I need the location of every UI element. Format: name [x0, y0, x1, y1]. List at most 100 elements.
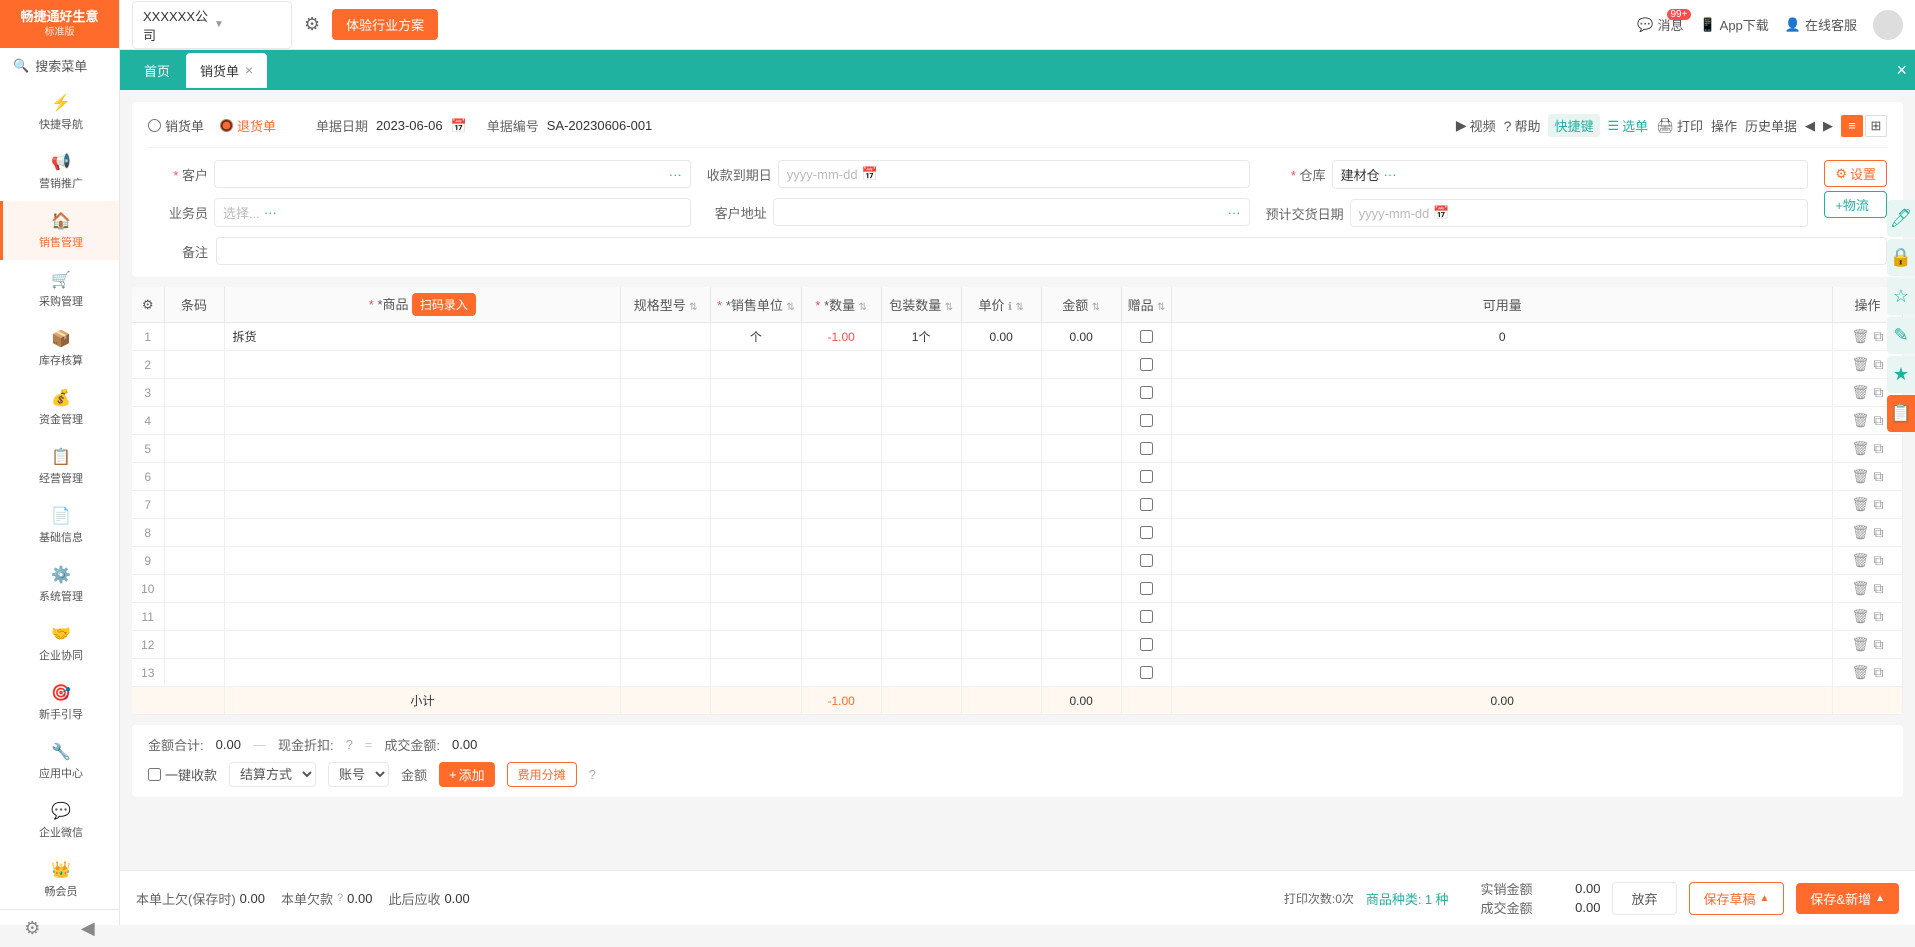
row-product[interactable]	[224, 519, 621, 547]
row-barcode[interactable]	[164, 323, 224, 351]
action-operate[interactable]: 操作	[1711, 116, 1737, 135]
row-gift[interactable]	[1121, 491, 1172, 519]
row-gift[interactable]	[1121, 407, 1172, 435]
customer-input[interactable]: ···	[214, 160, 691, 188]
account-select[interactable]: 账号	[328, 762, 389, 787]
customer-addr-picker-icon[interactable]: ···	[1228, 205, 1241, 220]
row-pack-qty[interactable]	[881, 603, 961, 631]
row-product[interactable]	[224, 547, 621, 575]
row-unit[interactable]	[711, 491, 801, 519]
row-unit[interactable]	[711, 659, 801, 687]
copy-row-btn[interactable]: ⧉	[1873, 384, 1883, 401]
row-pack-qty[interactable]	[881, 659, 961, 687]
payment-due-input[interactable]: yyyy-mm-dd 📅	[778, 160, 1250, 188]
row-qty[interactable]	[801, 659, 881, 687]
tab-home[interactable]: 首页	[128, 53, 186, 88]
remark-input[interactable]	[216, 237, 1887, 265]
price-info-icon[interactable]: ℹ	[1008, 301, 1012, 313]
row-qty[interactable]	[801, 631, 881, 659]
row-product[interactable]	[224, 463, 621, 491]
gift-checkbox[interactable]	[1140, 358, 1153, 371]
trial-button[interactable]: 体验行业方案	[332, 9, 438, 40]
rfloat-btn-2[interactable]: 🔒	[1887, 239, 1915, 276]
row-barcode[interactable]	[164, 435, 224, 463]
row-amount[interactable]	[1041, 519, 1121, 547]
gift-checkbox[interactable]	[1140, 498, 1153, 511]
gift-checkbox[interactable]	[1140, 526, 1153, 539]
row-spec[interactable]	[621, 575, 711, 603]
row-unit[interactable]	[711, 575, 801, 603]
row-product[interactable]	[224, 659, 621, 687]
row-amount[interactable]	[1041, 435, 1121, 463]
action-help[interactable]: ? 帮助	[1504, 116, 1541, 135]
radio-sale[interactable]: 销货单	[148, 116, 204, 135]
message-btn[interactable]: 💬 消息 99+	[1637, 15, 1683, 34]
row-price[interactable]	[961, 575, 1041, 603]
copy-row-btn[interactable]: ⧉	[1873, 440, 1883, 457]
delete-row-btn[interactable]: 🗑	[1852, 440, 1870, 457]
delete-row-btn[interactable]: 🗑	[1852, 468, 1870, 485]
warehouse-picker-icon[interactable]: ···	[1384, 167, 1397, 182]
scan-btn[interactable]: 扫码录入	[412, 293, 476, 316]
sidebar-item-vip[interactable]: 👑 畅会员	[0, 850, 119, 909]
gift-sort-icon[interactable]: ⇅	[1157, 302, 1165, 313]
tab-sale-order[interactable]: 销货单 ×	[186, 53, 267, 88]
row-product[interactable]	[224, 351, 621, 379]
row-pack-qty[interactable]	[881, 547, 961, 575]
row-pack-qty[interactable]	[881, 491, 961, 519]
row-barcode[interactable]	[164, 351, 224, 379]
row-gift[interactable]	[1121, 463, 1172, 491]
row-qty[interactable]	[801, 379, 881, 407]
copy-row-btn[interactable]: ⧉	[1873, 468, 1883, 485]
rfloat-btn-6[interactable]: 📋	[1887, 395, 1915, 432]
row-unit[interactable]	[711, 463, 801, 491]
row-unit[interactable]	[711, 519, 801, 547]
row-spec[interactable]	[621, 379, 711, 407]
sidebar-item-system[interactable]: ⚙️ 系统管理	[0, 555, 119, 614]
th-settings[interactable]: ⚙	[132, 287, 164, 323]
rfloat-btn-5[interactable]: ★	[1887, 356, 1915, 393]
save-draft-btn[interactable]: 保存草稿 ▲	[1689, 882, 1785, 915]
gift-checkbox[interactable]	[1140, 582, 1153, 595]
gift-checkbox[interactable]	[1140, 638, 1153, 651]
row-pack-qty[interactable]	[881, 435, 961, 463]
copy-row-btn[interactable]: ⧉	[1873, 664, 1883, 681]
row-barcode[interactable]	[164, 491, 224, 519]
close-all-tabs-icon[interactable]: ×	[1896, 60, 1907, 81]
tab-close-icon[interactable]: ×	[245, 62, 253, 78]
row-barcode[interactable]	[164, 407, 224, 435]
total-owe-help[interactable]: ?	[337, 892, 343, 904]
sidebar-item-basic[interactable]: 📄 基础信息	[0, 496, 119, 555]
online-service-btn[interactable]: 👤 在线客服	[1785, 15, 1857, 34]
sidebar-settings-btn[interactable]: ⚙	[24, 918, 40, 939]
app-download-btn[interactable]: 📱 App下载	[1699, 15, 1768, 34]
copy-row-btn[interactable]: ⧉	[1873, 636, 1883, 653]
row-price[interactable]	[961, 547, 1041, 575]
copy-row-btn[interactable]: ⧉	[1873, 412, 1883, 429]
row-amount[interactable]	[1041, 407, 1121, 435]
action-select[interactable]: ☰ 选单	[1608, 116, 1649, 135]
row-spec[interactable]	[621, 519, 711, 547]
row-price[interactable]	[961, 407, 1041, 435]
row-spec[interactable]	[621, 491, 711, 519]
delete-row-btn[interactable]: 🗑	[1852, 356, 1870, 373]
row-price[interactable]	[961, 435, 1041, 463]
copy-row-btn[interactable]: ⧉	[1873, 524, 1883, 541]
grid-view-btn[interactable]: ⊞	[1865, 115, 1887, 137]
row-price[interactable]	[961, 659, 1041, 687]
discount-help-icon[interactable]: ?	[346, 737, 353, 752]
row-pack-qty[interactable]	[881, 631, 961, 659]
row-pack-qty[interactable]	[881, 407, 961, 435]
row-price[interactable]	[961, 631, 1041, 659]
row-gift[interactable]	[1121, 379, 1172, 407]
row-price[interactable]	[961, 519, 1041, 547]
row-spec[interactable]	[621, 351, 711, 379]
row-product[interactable]: 拆货	[224, 323, 621, 351]
add-btn[interactable]: + 添加	[439, 762, 495, 787]
action-shortcut[interactable]: 快捷键	[1548, 114, 1599, 137]
logistics-button[interactable]: +物流	[1824, 191, 1887, 218]
row-pack-qty[interactable]	[881, 519, 961, 547]
user-avatar[interactable]	[1873, 10, 1903, 40]
sidebar-item-sales[interactable]: 🏠 销售管理	[0, 201, 119, 260]
row-amount[interactable]	[1041, 379, 1121, 407]
